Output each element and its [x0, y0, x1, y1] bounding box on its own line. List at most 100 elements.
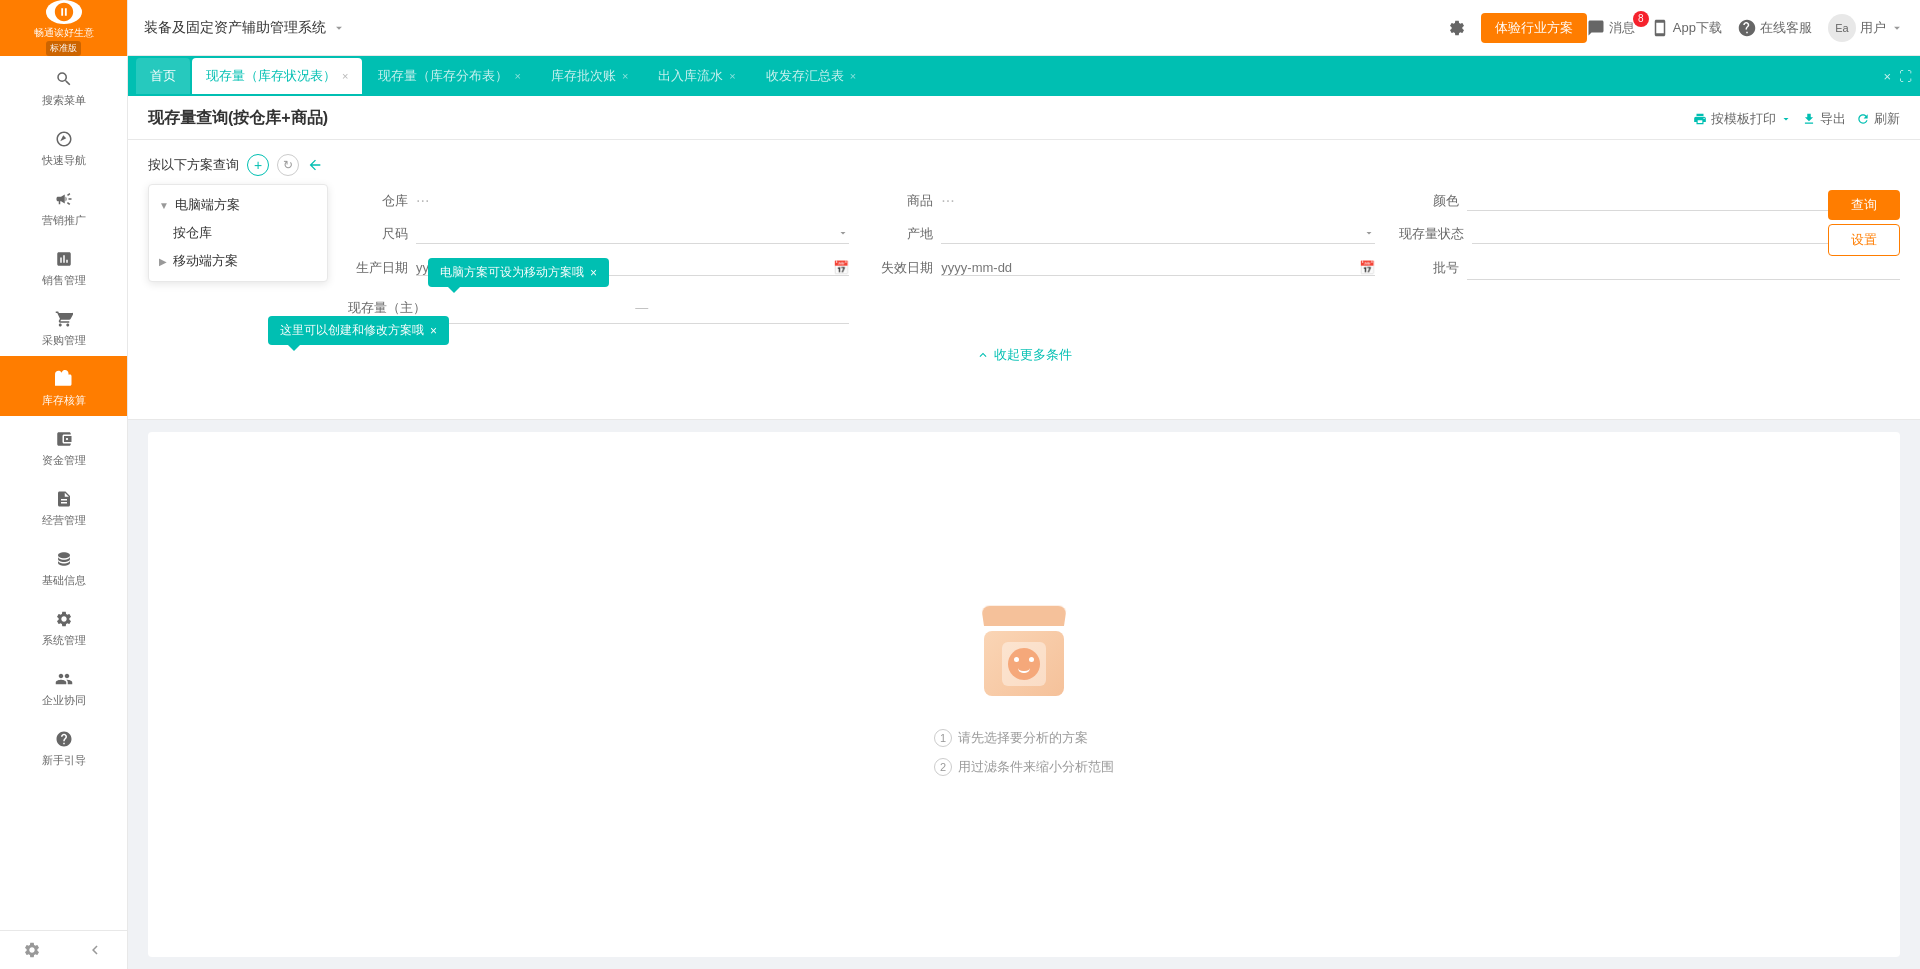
- sidebar-item-label: 快速导航: [42, 153, 86, 168]
- tab-batch-ledger-close[interactable]: ×: [622, 70, 628, 82]
- origin-select[interactable]: [941, 223, 1374, 244]
- header-message[interactable]: 消息 8: [1587, 19, 1635, 37]
- step2-text: 用过滤条件来缩小分析范围: [958, 754, 1114, 780]
- scheme-tree-mobile-label: 移动端方案: [173, 252, 238, 270]
- user-label: 用户: [1860, 19, 1886, 37]
- header-app-download[interactable]: App下载: [1651, 19, 1722, 37]
- tab-inout-flow[interactable]: 出入库流水 ×: [644, 58, 749, 94]
- filter-area: 按以下方案查询 + ↻ 电脑方案可设为移动方案哦 × 这里可以创建和修改方案哦 …: [128, 140, 1920, 420]
- collapse-btn[interactable]: 收起更多条件: [976, 346, 1072, 364]
- scheme-tree-warehouse[interactable]: 按仓库: [149, 219, 327, 247]
- warehouse-dots[interactable]: ···: [416, 192, 429, 210]
- sidebar-item-basic[interactable]: 基础信息: [0, 536, 127, 596]
- reset-btn[interactable]: 设置: [1828, 224, 1900, 256]
- tab-recv-summary-label: 收发存汇总表: [766, 67, 844, 85]
- sidebar-item-sales[interactable]: 销售管理: [0, 236, 127, 296]
- batch-no-label: 批号: [1399, 259, 1459, 277]
- database-icon: [53, 548, 75, 570]
- sidebar-item-label: 基础信息: [42, 573, 86, 588]
- search-btn-area: 查询 设置: [1828, 190, 1900, 256]
- tab-inventory-dist-label: 现存量（库存分布表）: [378, 67, 508, 85]
- tabs-bar: 首页 现存量（库存状况表） × 现存量（库存分布表） × 库存批次账 × 出入库…: [128, 56, 1920, 96]
- tab-batch-ledger[interactable]: 库存批次账 ×: [537, 58, 642, 94]
- query-btn[interactable]: 查询: [1828, 190, 1900, 220]
- refresh-btn[interactable]: 刷新: [1856, 110, 1900, 128]
- expiry-date-input[interactable]: [941, 260, 1358, 275]
- sidebar-item-marketing[interactable]: 营销推广: [0, 176, 127, 236]
- tab-inout-flow-close[interactable]: ×: [729, 70, 735, 82]
- template-print-btn[interactable]: 按模板打印: [1693, 110, 1792, 128]
- filter-inventory-status: 现存量状态: [1399, 223, 1900, 244]
- production-date-label: 生产日期: [348, 259, 408, 277]
- refresh-label: 刷新: [1874, 110, 1900, 128]
- trial-btn[interactable]: 体验行业方案: [1481, 13, 1587, 43]
- inventory-main-input[interactable]: [434, 296, 631, 319]
- sidebar-item-finance[interactable]: 资金管理: [0, 416, 127, 476]
- message-badge: 8: [1633, 11, 1649, 27]
- scheme-tree-pc[interactable]: ▼ 电脑端方案: [149, 191, 327, 219]
- shopping-icon: [53, 308, 75, 330]
- size-select[interactable]: [416, 223, 849, 244]
- filter-back-btn[interactable]: [307, 157, 323, 173]
- scheme-tree-warehouse-label: 按仓库: [173, 224, 212, 242]
- search-btn-group: 查询 设置: [1828, 190, 1900, 256]
- goods-dots[interactable]: ···: [941, 192, 954, 210]
- sidebar-collapse-btn[interactable]: [86, 941, 104, 959]
- sidebar-item-quick-nav[interactable]: 快速导航: [0, 116, 127, 176]
- chevron-right-icon: ▶: [159, 256, 167, 267]
- header-user[interactable]: Ea 用户: [1828, 14, 1904, 42]
- filter-refresh-scheme-btn[interactable]: ↻: [277, 154, 299, 176]
- empty-text: 1 请先选择要分析的方案 2 用过滤条件来缩小分析范围: [934, 722, 1114, 783]
- export-btn[interactable]: 导出: [1802, 110, 1846, 128]
- template-print-label: 按模板打印: [1711, 110, 1776, 128]
- tab-inventory-status-close[interactable]: ×: [342, 70, 348, 82]
- sidebar-logo[interactable]: 畅通诶好生意 标准版: [0, 0, 127, 56]
- production-date-icon[interactable]: 📅: [833, 260, 849, 275]
- online-support-label: 在线客服: [1760, 19, 1812, 37]
- tab-inventory-dist[interactable]: 现存量（库存分布表） ×: [364, 58, 534, 94]
- header: 装备及固定资产辅助管理系统 体验行业方案 消息 8 App下载 在线客服: [128, 0, 1920, 56]
- page-title: 现存量查询(按仓库+商品): [148, 108, 328, 129]
- sidebar-item-system[interactable]: 系统管理: [0, 596, 127, 656]
- tabs-fullscreen-btn[interactable]: ⛶: [1899, 69, 1912, 84]
- sidebar-item-search-menu[interactable]: 搜索菜单: [0, 56, 127, 116]
- sidebar-item-operations[interactable]: 经营管理: [0, 476, 127, 536]
- sidebar-settings-btn[interactable]: [23, 941, 41, 959]
- header-online-support[interactable]: 在线客服: [1738, 19, 1812, 37]
- expiry-date-icon[interactable]: 📅: [1359, 260, 1375, 275]
- page-actions: 按模板打印 导出 刷新: [1693, 110, 1900, 128]
- step1-text: 请先选择要分析的方案: [958, 725, 1088, 751]
- tabs-close-all-btn[interactable]: ×: [1883, 69, 1891, 84]
- tab-inventory-status[interactable]: 现存量（库存状况表） ×: [192, 58, 362, 94]
- sidebar-item-label: 系统管理: [42, 633, 86, 648]
- empty-illustration: [974, 606, 1074, 706]
- filter-goods: 商品 ···: [873, 192, 1374, 210]
- sidebar-item-label: 新手引导: [42, 753, 86, 768]
- tab-recv-summary-close[interactable]: ×: [850, 70, 856, 82]
- tab-home[interactable]: 首页: [136, 58, 190, 94]
- scheme-tree-mobile[interactable]: ▶ 移动端方案: [149, 247, 327, 275]
- tooltip-scheme-edit-close[interactable]: ×: [430, 324, 437, 338]
- sidebar-item-guide[interactable]: 新手引导: [0, 716, 127, 776]
- user-avatar: Ea: [1828, 14, 1856, 42]
- chart-icon: [53, 248, 75, 270]
- header-settings-btn[interactable]: [1441, 12, 1473, 44]
- file-icon: [53, 488, 75, 510]
- filter-origin: 产地: [873, 223, 1374, 244]
- inventory-main-input-end[interactable]: [652, 296, 849, 319]
- batch-no-input[interactable]: [1467, 256, 1900, 280]
- export-label: 导出: [1820, 110, 1846, 128]
- tab-home-label: 首页: [150, 67, 176, 85]
- sidebar: 畅通诶好生意 标准版 搜索菜单 快速导航 营销推广 销售管理: [0, 0, 128, 969]
- sidebar-item-enterprise[interactable]: 企业协同: [0, 656, 127, 716]
- tab-recv-summary[interactable]: 收发存汇总表 ×: [752, 58, 870, 94]
- team-icon: [53, 668, 75, 690]
- tab-batch-ledger-label: 库存批次账: [551, 67, 616, 85]
- step1-num: 1: [934, 729, 952, 747]
- filter-add-scheme-btn[interactable]: +: [247, 154, 269, 176]
- tab-inventory-dist-close[interactable]: ×: [514, 70, 520, 82]
- sidebar-item-purchase[interactable]: 采购管理: [0, 296, 127, 356]
- tooltip-scheme-convert-close[interactable]: ×: [590, 266, 597, 280]
- sidebar-item-inventory[interactable]: 库存核算: [0, 356, 127, 416]
- logo-badge: 标准版: [46, 41, 81, 56]
